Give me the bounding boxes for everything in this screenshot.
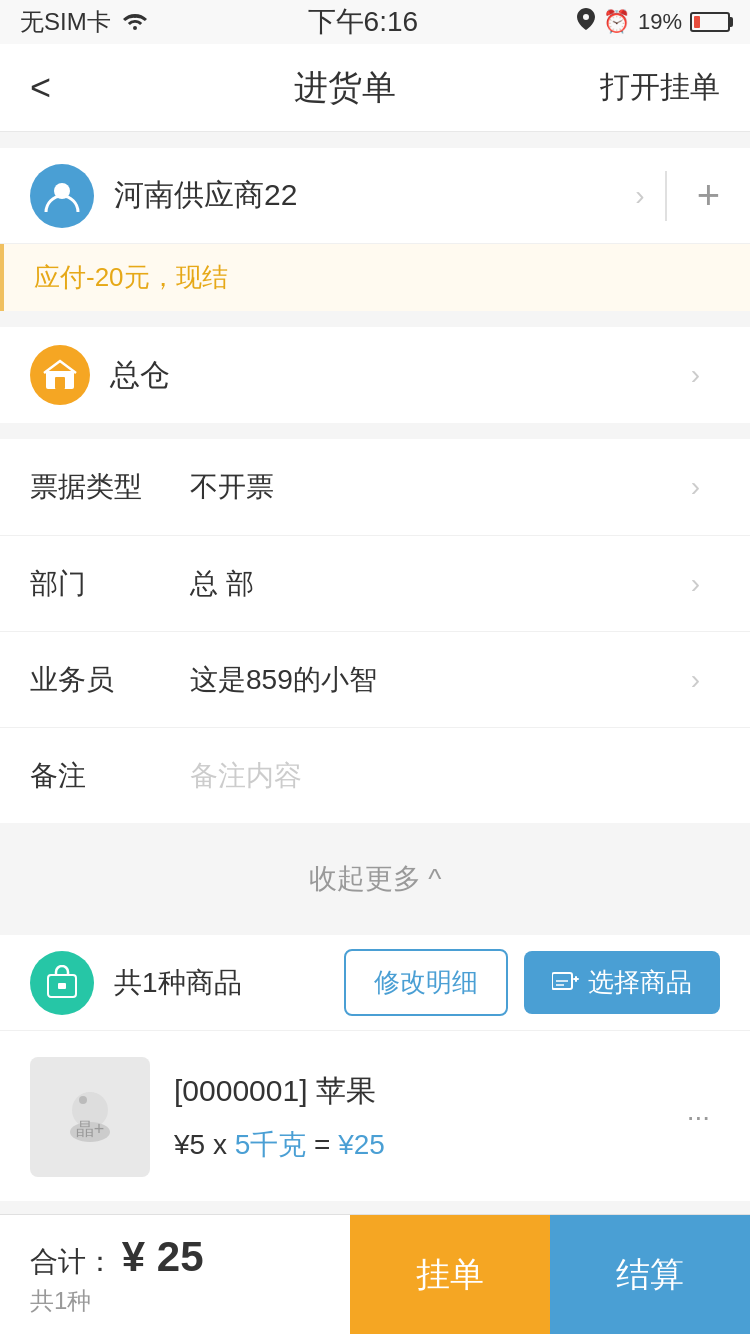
open-pending-button[interactable]: 打开挂单 xyxy=(600,67,720,108)
svg-rect-2 xyxy=(55,377,65,389)
svg-point-7 xyxy=(79,1096,87,1104)
salesman-value: 这是859的小智 xyxy=(170,661,691,699)
checkout-button[interactable]: 结算 xyxy=(550,1215,750,1335)
product-qty: 5千克 xyxy=(235,1129,307,1160)
select-product-label: 选择商品 xyxy=(588,965,692,1000)
warehouse-section: 总仓 › xyxy=(0,327,750,423)
supplier-row[interactable]: 河南供应商22 › + xyxy=(0,148,750,244)
product-header: 共1种商品 修改明细 选择商品 xyxy=(0,935,750,1031)
top-gap xyxy=(0,132,750,148)
svg-rect-4 xyxy=(58,983,66,989)
product-title: 苹果 xyxy=(316,1074,376,1107)
battery-percent: 19% xyxy=(638,9,682,35)
supplier-name: 河南供应商22 xyxy=(114,175,635,216)
unit-price: ¥5 x xyxy=(174,1129,235,1160)
collapse-label: 收起更多 ^ xyxy=(309,860,442,898)
back-button[interactable]: < xyxy=(30,67,90,109)
alarm-icon: ⏰ xyxy=(603,9,630,35)
equals: = xyxy=(306,1129,338,1160)
form-section: 票据类型 不开票 › 部门 总 部 › 业务员 这是859的小智 › 备注 备注… xyxy=(0,439,750,823)
invoice-value: 不开票 xyxy=(170,468,691,506)
dept-label: 部门 xyxy=(30,565,170,603)
remark-label: 备注 xyxy=(30,757,170,795)
product-more-button[interactable]: ··· xyxy=(677,1091,720,1143)
carrier-label: 无SIM卡 xyxy=(20,6,111,38)
remark-input[interactable]: 备注内容 xyxy=(170,757,720,795)
dept-chevron-icon: › xyxy=(691,568,700,600)
product-item: 晶+ [0000001] 苹果 ¥5 x 5千克 = ¥25 ··· xyxy=(0,1033,750,1201)
warehouse-name: 总仓 xyxy=(110,355,691,396)
product-section: 共1种商品 修改明细 选择商品 晶+ [0000001] 苹果 xyxy=(0,935,750,1201)
divider xyxy=(665,171,667,221)
product-icon xyxy=(30,951,94,1015)
wifi-icon xyxy=(121,8,149,36)
collapse-bar[interactable]: 收起更多 ^ xyxy=(0,839,750,919)
status-bar: 无SIM卡 下午6:16 ⏰ 19% xyxy=(0,0,750,44)
salesman-label: 业务员 xyxy=(30,661,170,699)
warehouse-chevron-icon: › xyxy=(691,359,700,391)
bottom-bar: 合计： ¥ 25 共1种 挂单 结算 xyxy=(0,1214,750,1334)
invoice-row[interactable]: 票据类型 不开票 › xyxy=(0,439,750,535)
supplier-avatar xyxy=(30,164,94,228)
battery-icon xyxy=(690,12,730,32)
add-supplier-button[interactable]: + xyxy=(697,173,720,218)
modify-detail-button[interactable]: 修改明细 xyxy=(344,949,508,1016)
product-price: ¥5 x 5千克 = ¥25 xyxy=(174,1126,677,1164)
product-info: [0000001] 苹果 ¥5 x 5千克 = ¥25 xyxy=(174,1071,677,1164)
invoice-label: 票据类型 xyxy=(30,468,170,506)
dept-value: 总 部 xyxy=(170,565,691,603)
salesman-chevron-icon: › xyxy=(691,664,700,696)
product-count: 共1种商品 xyxy=(114,964,344,1002)
total-label: 合计： xyxy=(30,1246,114,1277)
total-count: 共1种 xyxy=(30,1285,320,1317)
product-name: [0000001] 苹果 xyxy=(174,1071,677,1112)
page-title: 进货单 xyxy=(294,65,396,111)
total-amount: ¥ 25 xyxy=(122,1233,204,1280)
status-time: 下午6:16 xyxy=(308,3,419,41)
supplier-chevron-icon: › xyxy=(635,180,644,212)
supplier-section: 河南供应商22 › + 应付-20元，现结 xyxy=(0,148,750,311)
location-icon xyxy=(577,8,595,36)
svg-text:晶+: 晶+ xyxy=(76,1119,105,1139)
product-code: [0000001] xyxy=(174,1074,316,1107)
hang-order-button[interactable]: 挂单 xyxy=(350,1215,550,1335)
warehouse-row[interactable]: 总仓 › xyxy=(0,327,750,423)
status-left: 无SIM卡 xyxy=(20,6,149,38)
supplier-notice: 应付-20元，现结 xyxy=(0,244,750,311)
total-section: 合计： ¥ 25 共1种 xyxy=(0,1233,350,1317)
warehouse-icon xyxy=(30,345,90,405)
status-right: ⏰ 19% xyxy=(577,8,730,36)
dept-row[interactable]: 部门 总 部 › xyxy=(0,535,750,631)
invoice-chevron-icon: › xyxy=(691,471,700,503)
select-product-button[interactable]: 选择商品 xyxy=(524,951,720,1014)
product-thumbnail: 晶+ xyxy=(30,1057,150,1177)
nav-bar: < 进货单 打开挂单 xyxy=(0,44,750,132)
product-total: ¥25 xyxy=(338,1129,385,1160)
remark-row[interactable]: 备注 备注内容 xyxy=(0,727,750,823)
salesman-row[interactable]: 业务员 这是859的小智 › xyxy=(0,631,750,727)
